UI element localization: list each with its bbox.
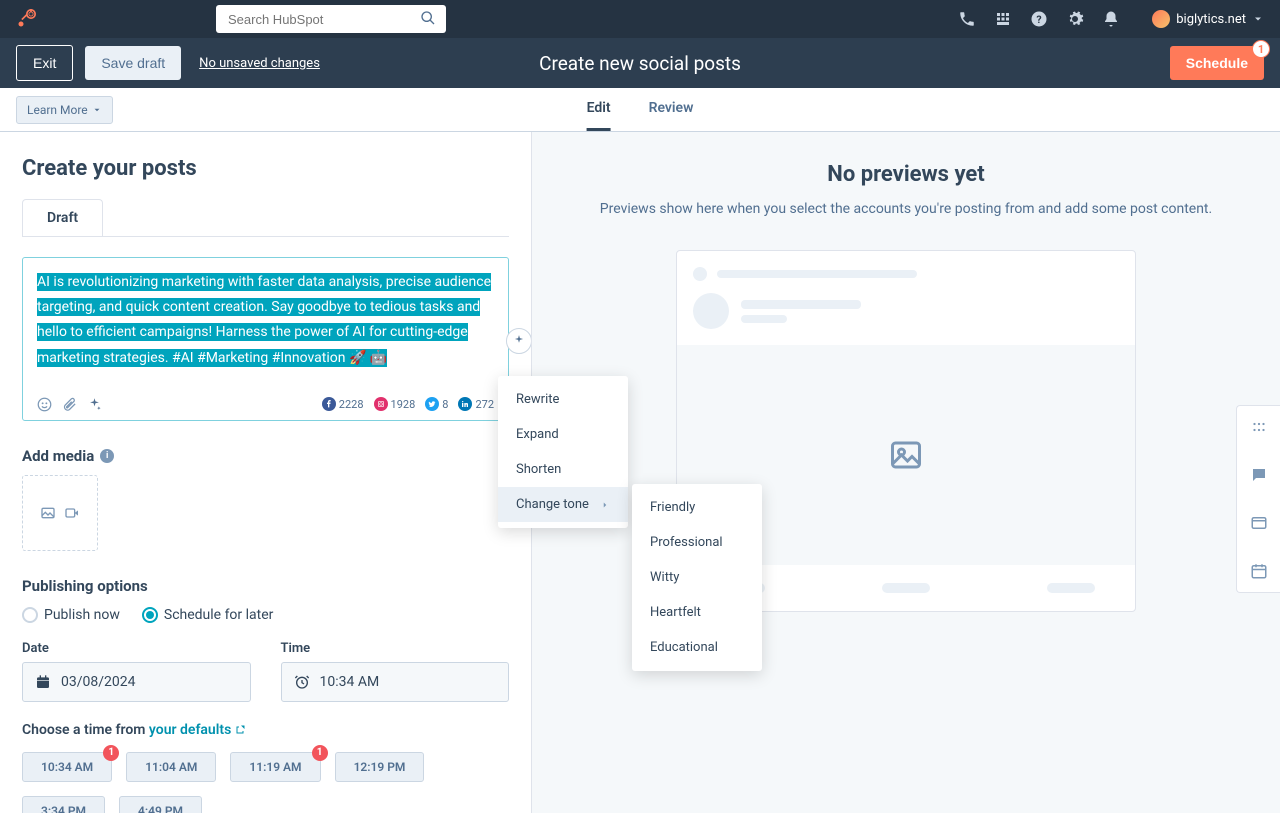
avatar xyxy=(1152,10,1170,28)
twitter-count: 8 xyxy=(425,397,448,411)
date-value: 03/08/2024 xyxy=(61,674,136,690)
page-title: Create new social posts xyxy=(539,52,741,75)
top-nav: ? biglytics.net xyxy=(0,0,1280,38)
add-media-dropzone[interactable] xyxy=(22,475,98,551)
hubspot-logo xyxy=(16,9,36,29)
save-draft-button[interactable]: Save draft xyxy=(85,46,181,80)
menu-item-friendly[interactable]: Friendly xyxy=(632,490,762,525)
preview-subtitle: Previews show here when you select the a… xyxy=(572,199,1240,220)
post-editor[interactable]: AI is revolutionizing marketing with fas… xyxy=(22,257,509,421)
window-icon[interactable] xyxy=(1250,514,1268,532)
clock-icon xyxy=(294,674,310,690)
chat-icon[interactable] xyxy=(1250,466,1268,484)
user-label: biglytics.net xyxy=(1176,12,1246,27)
time-label: Time xyxy=(281,641,510,656)
unsaved-changes-link[interactable]: No unsaved changes xyxy=(199,56,320,71)
user-menu[interactable]: biglytics.net xyxy=(1152,10,1264,28)
editor-selected-text: AI is revolutionizing marketing with fas… xyxy=(37,273,491,367)
exit-button[interactable]: Exit xyxy=(16,45,73,81)
create-posts-heading: Create your posts xyxy=(22,156,509,181)
facebook-count: 2228 xyxy=(322,397,364,411)
right-pane: No previews yet Previews show here when … xyxy=(531,132,1280,813)
date-label: Date xyxy=(22,641,251,656)
chevron-right-icon xyxy=(600,500,610,510)
emoji-icon[interactable] xyxy=(37,397,52,412)
ai-assistant-button[interactable] xyxy=(506,328,531,354)
menu-item-shorten[interactable]: Shorten xyxy=(498,452,628,487)
external-link-icon xyxy=(234,724,246,736)
ai-sparkle-icon[interactable] xyxy=(87,397,102,412)
chip-badge: 1 xyxy=(103,745,119,761)
video-icon xyxy=(64,505,80,521)
linkedin-count: 272 xyxy=(458,397,494,411)
choose-time-row: Choose a time from your defaults xyxy=(22,722,509,738)
radio-schedule-later[interactable]: Schedule for later xyxy=(142,607,274,623)
your-defaults-link[interactable]: your defaults xyxy=(149,722,246,738)
ai-action-menu: Rewrite Expand Shorten Change tone xyxy=(498,376,628,528)
time-chip[interactable]: 10:34 AM1 xyxy=(22,752,112,782)
instagram-count: 1928 xyxy=(374,397,416,411)
date-input[interactable]: 03/08/2024 xyxy=(22,662,251,702)
add-media-label: Add media i xyxy=(22,447,509,465)
marketplace-icon[interactable] xyxy=(994,10,1012,28)
time-chip[interactable]: 11:19 AM1 xyxy=(230,752,320,782)
left-pane: Create your posts Draft AI is revolution… xyxy=(0,132,531,813)
schedule-button[interactable]: Schedule xyxy=(1170,46,1264,80)
time-input[interactable]: 10:34 AM xyxy=(281,662,510,702)
help-icon[interactable]: ? xyxy=(1030,10,1048,28)
time-chip[interactable]: 12:19 PM xyxy=(335,752,425,782)
calendar-icon xyxy=(35,674,51,690)
menu-item-change-tone[interactable]: Change tone xyxy=(498,487,628,522)
publishing-options-label: Publishing options xyxy=(22,577,509,595)
search-input[interactable] xyxy=(216,5,446,33)
gear-icon[interactable] xyxy=(1066,10,1084,28)
image-placeholder-icon xyxy=(888,437,924,473)
menu-item-expand[interactable]: Expand xyxy=(498,417,628,452)
radio-publish-now[interactable]: Publish now xyxy=(22,607,120,623)
search-icon xyxy=(420,10,436,26)
menu-item-professional[interactable]: Professional xyxy=(632,525,762,560)
grip-icon[interactable] xyxy=(1250,418,1268,436)
editor-toolbar: 2228 1928 8 272 xyxy=(37,397,494,412)
bell-icon[interactable] xyxy=(1102,10,1120,28)
chip-badge: 1 xyxy=(312,745,328,761)
image-icon xyxy=(40,505,56,521)
tab-review[interactable]: Review xyxy=(649,88,694,131)
preview-title: No previews yet xyxy=(572,162,1240,187)
learn-more-button[interactable]: Learn More xyxy=(16,96,113,124)
chevron-down-icon xyxy=(92,105,102,115)
menu-item-witty[interactable]: Witty xyxy=(632,560,762,595)
time-chip[interactable]: 4:49 PM xyxy=(119,796,202,813)
svg-text:?: ? xyxy=(1037,13,1042,26)
sub-header: Exit Save draft No unsaved changes Creat… xyxy=(0,38,1280,88)
time-chips: 10:34 AM1 11:04 AM 11:19 AM1 12:19 PM 3:… xyxy=(22,752,509,813)
calendar-rail-icon[interactable] xyxy=(1250,562,1268,580)
schedule-badge: 1 xyxy=(1252,40,1270,58)
time-chip[interactable]: 3:34 PM xyxy=(22,796,105,813)
draft-tab[interactable]: Draft xyxy=(22,199,103,236)
time-chip[interactable]: 11:04 AM xyxy=(126,752,216,782)
tab-edit[interactable]: Edit xyxy=(587,88,611,131)
tone-submenu: Friendly Professional Witty Heartfelt Ed… xyxy=(632,484,762,671)
info-icon[interactable]: i xyxy=(100,449,114,463)
attachment-icon[interactable] xyxy=(62,397,77,412)
phone-icon[interactable] xyxy=(958,10,976,28)
menu-item-heartfelt[interactable]: Heartfelt xyxy=(632,595,762,630)
time-value: 10:34 AM xyxy=(320,674,380,690)
menu-item-educational[interactable]: Educational xyxy=(632,630,762,665)
side-rail xyxy=(1236,405,1280,593)
chevron-down-icon xyxy=(1252,13,1264,25)
tabs-row: Learn More Edit Review xyxy=(0,88,1280,132)
menu-item-rewrite[interactable]: Rewrite xyxy=(498,382,628,417)
